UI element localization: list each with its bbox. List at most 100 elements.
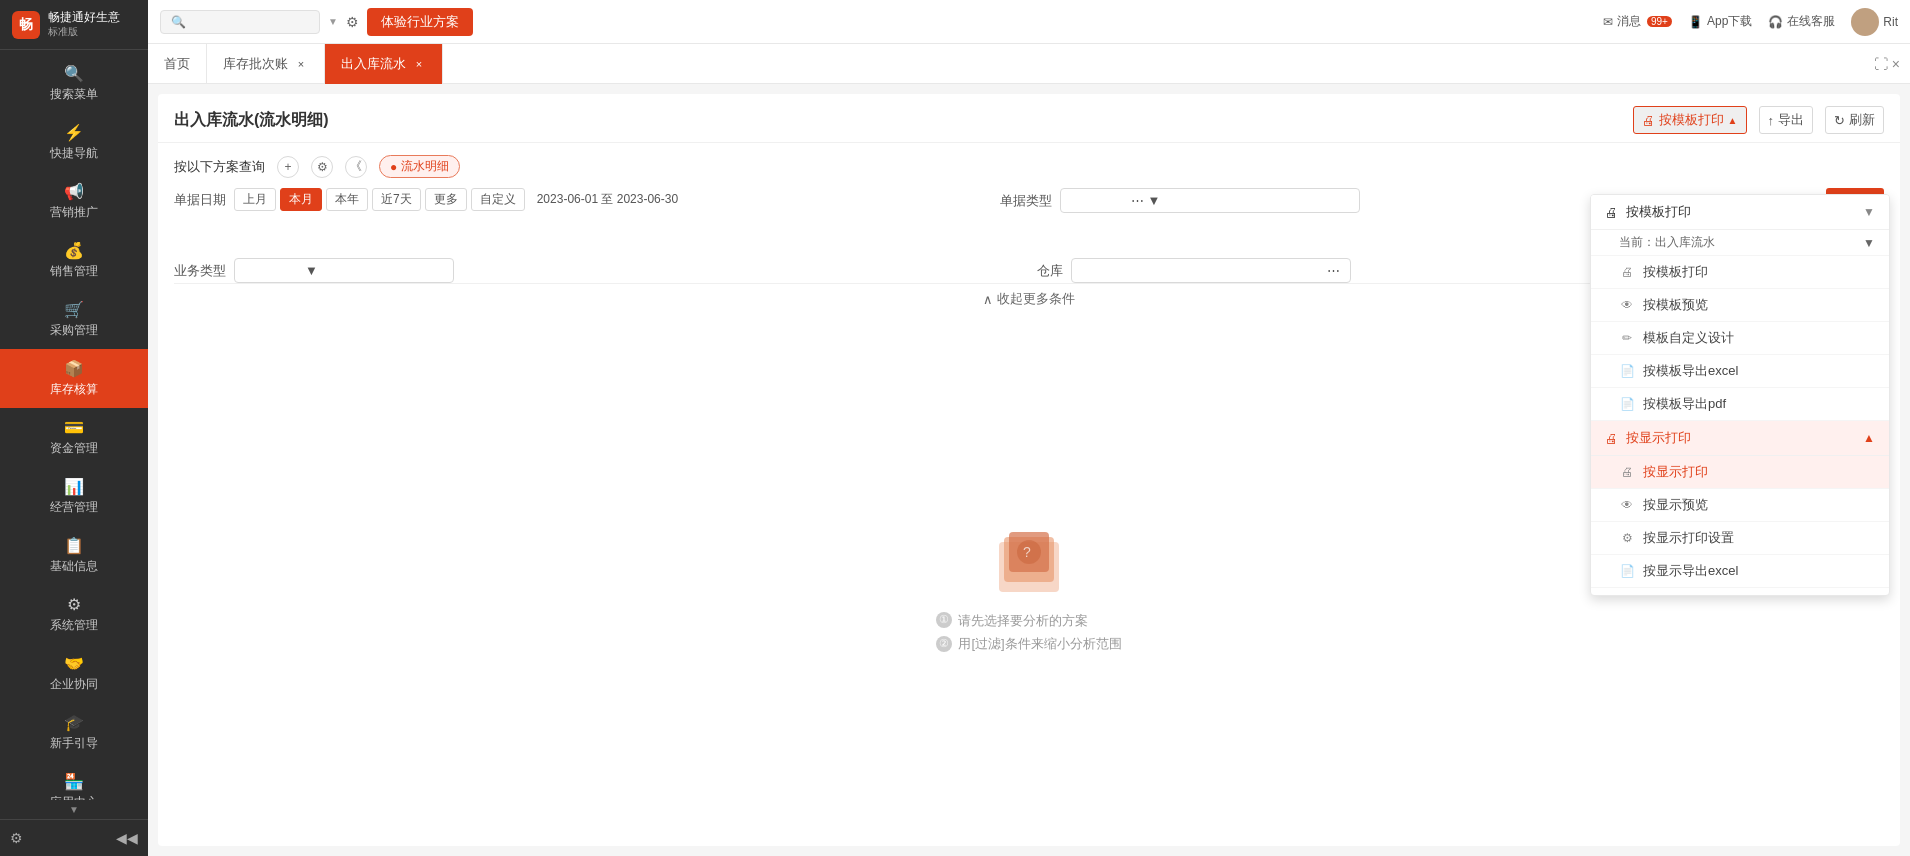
- dropdown-display-pdf-item[interactable]: 📄 按显示导出pdf: [1591, 588, 1889, 595]
- settings-footer-btn[interactable]: ⚙: [10, 830, 23, 846]
- dropdown-template-excel-item[interactable]: 📄 按模板导出excel: [1591, 355, 1889, 388]
- refresh-btn[interactable]: ↻ 刷新: [1825, 106, 1884, 134]
- basic-icon: 📋: [64, 536, 84, 555]
- topbar: 🔍 ▼ ⚙ 体验行业方案 ✉ 消息 99+ 📱 App下载 🎧 在线客服 Rit: [148, 0, 1910, 44]
- app-name: 畅捷通好生意: [48, 10, 120, 26]
- sidebar-item-marketing[interactable]: 📢 营销推广: [0, 172, 148, 231]
- display-settings-label: 按显示打印设置: [1643, 529, 1734, 547]
- template-excel-label: 按模板导出excel: [1643, 362, 1738, 380]
- filter-collapse-btn[interactable]: 《: [345, 156, 367, 178]
- marketing-icon: 📢: [64, 182, 84, 201]
- dropdown-display-print-item[interactable]: 🖨 按显示打印: [1591, 456, 1889, 489]
- dropdown-template-pdf-item[interactable]: 📄 按模板导出pdf: [1591, 388, 1889, 421]
- excel-sub-icon: 📄: [1619, 364, 1635, 378]
- sidebar-item-guide[interactable]: 🎓 新手引导: [0, 703, 148, 762]
- empty-tip-row-2: ② 用[过滤]条件来缩小分析范围: [936, 632, 1121, 655]
- topbar-gear-icon[interactable]: ⚙: [346, 14, 359, 30]
- warehouse-more-icon: ⋯: [1327, 263, 1340, 278]
- app-download-action[interactable]: 📱 App下载: [1688, 13, 1752, 30]
- sidebar-item-label: 新手引导: [50, 735, 98, 752]
- display-printer-icon: 🖨: [1605, 431, 1618, 446]
- online-service-action[interactable]: 🎧 在线客服: [1768, 13, 1835, 30]
- industry-btn[interactable]: 体验行业方案: [367, 8, 473, 36]
- tab-flow[interactable]: 出入库流水 ×: [325, 44, 443, 84]
- current-label: 当前：出入库流水: [1619, 234, 1715, 251]
- dropdown-template-print-header[interactable]: 🖨 按模板打印 ▼: [1591, 195, 1889, 230]
- date-this-month-btn[interactable]: 本月: [280, 188, 322, 211]
- sidebar-item-inventory[interactable]: 📦 库存核算: [0, 349, 148, 408]
- sidebar-item-apps[interactable]: 🏪 应用中心: [0, 762, 148, 800]
- sidebar-item-purchase[interactable]: 🛒 采购管理: [0, 290, 148, 349]
- sidebar-item-search[interactable]: 🔍 搜索菜单: [0, 54, 148, 113]
- sidebar-item-basic[interactable]: 📋 基础信息: [0, 526, 148, 585]
- tab-batch-close-icon[interactable]: ×: [294, 57, 308, 71]
- purchase-icon: 🛒: [64, 300, 84, 319]
- dropdown-display-excel-item[interactable]: 📄 按显示导出excel: [1591, 555, 1889, 588]
- sidebar-item-partner[interactable]: 🤝 企业协同: [0, 644, 148, 703]
- guide-icon: 🎓: [64, 713, 84, 732]
- user-avatar-action[interactable]: Rit: [1851, 8, 1898, 36]
- display-print-sub-label: 按显示打印: [1643, 463, 1708, 481]
- dropdown-template-preview-item[interactable]: 👁 按模板预览: [1591, 289, 1889, 322]
- sidebar-item-label: 采购管理: [50, 322, 98, 339]
- sidebar-item-quick-nav[interactable]: ⚡ 快捷导航: [0, 113, 148, 172]
- date-last-month-btn[interactable]: 上月: [234, 188, 276, 211]
- export-icon: ↑: [1768, 113, 1775, 128]
- chevron-up-icon: ∧: [983, 292, 993, 307]
- online-service-label: 在线客服: [1787, 13, 1835, 30]
- filter-tag-label: 流水明细: [401, 158, 449, 175]
- sidebar-item-label: 经营管理: [50, 499, 98, 516]
- page-header: 出入库流水(流水明细) 🖨 按模板打印 ▲ ↑ 导出 ↻ 刷新: [158, 94, 1900, 143]
- message-action[interactable]: ✉ 消息 99+: [1603, 13, 1672, 30]
- filter-config-btn[interactable]: ⚙: [311, 156, 333, 178]
- empty-tip-row-1: ① 请先选择要分析的方案: [936, 609, 1121, 632]
- dropdown-template-design-item[interactable]: ✏ 模板自定义设计: [1591, 322, 1889, 355]
- date-this-year-btn[interactable]: 本年: [326, 188, 368, 211]
- sidebar: 畅 畅捷通好生意 标准版 🔍 搜索菜单 ⚡ 快捷导航 📢 营销推广 💰 销售管理…: [0, 0, 148, 856]
- date-custom-btn[interactable]: 自定义: [471, 188, 525, 211]
- sidebar-scroll-down[interactable]: ▼: [0, 800, 148, 819]
- message-label: 消息: [1617, 13, 1641, 30]
- print-sub-icon: 🖨: [1619, 265, 1635, 279]
- biztype-filter-group: 业务类型 ▼: [174, 258, 1021, 283]
- tab-flow-close-icon[interactable]: ×: [412, 57, 426, 71]
- sidebar-item-system[interactable]: ⚙ 系统管理: [0, 585, 148, 644]
- dropdown-display-settings-item[interactable]: ⚙ 按显示打印设置: [1591, 522, 1889, 555]
- dropdown-display-print-header[interactable]: 🖨 按显示打印 ▲: [1591, 421, 1889, 456]
- sidebar-item-label: 库存核算: [50, 381, 98, 398]
- export-btn[interactable]: ↑ 导出: [1759, 106, 1814, 134]
- filter-add-btn[interactable]: +: [277, 156, 299, 178]
- date-7days-btn[interactable]: 近7天: [372, 188, 421, 211]
- display-print-sub-icon: 🖨: [1619, 465, 1635, 479]
- preview-sub-icon: 👁: [1619, 298, 1635, 312]
- operations-icon: 📊: [64, 477, 84, 496]
- tab-close-all-icon[interactable]: ×: [1892, 56, 1900, 72]
- dropdown-template-print-item[interactable]: 🖨 按模板打印: [1591, 256, 1889, 289]
- tab-home[interactable]: 首页: [148, 44, 207, 84]
- main-area: 🔍 ▼ ⚙ 体验行业方案 ✉ 消息 99+ 📱 App下载 🎧 在线客服 Rit: [148, 0, 1910, 856]
- display-excel-sub-icon: 📄: [1619, 564, 1635, 578]
- design-sub-icon: ✏: [1619, 331, 1635, 345]
- biztype-select[interactable]: ▼: [234, 258, 454, 283]
- search-input[interactable]: 🔍: [160, 10, 320, 34]
- dropdown-display-preview-item[interactable]: 👁 按显示预览: [1591, 489, 1889, 522]
- filter-tag[interactable]: ● 流水明细: [379, 155, 460, 178]
- message-icon: ✉: [1603, 15, 1613, 29]
- tab-batch[interactable]: 库存批次账 ×: [207, 44, 325, 84]
- sidebar-item-finance[interactable]: 💳 资金管理: [0, 408, 148, 467]
- template-preview-label: 按模板预览: [1643, 296, 1708, 314]
- sidebar-item-label: 销售管理: [50, 263, 98, 280]
- print-template-btn[interactable]: 🖨 按模板打印 ▲: [1633, 106, 1747, 134]
- sidebar-item-sales[interactable]: 💰 销售管理: [0, 231, 148, 290]
- empty-illustration: ?: [989, 517, 1069, 597]
- warehouse-select[interactable]: ⋯: [1071, 258, 1351, 283]
- sidebar-footer: ⚙ ◀◀: [0, 819, 148, 856]
- tab-maximize-icon[interactable]: ⛶: [1874, 56, 1888, 72]
- date-more-btn[interactable]: 更多: [425, 188, 467, 211]
- page-content: 出入库流水(流水明细) 🖨 按模板打印 ▲ ↑ 导出 ↻ 刷新: [148, 84, 1910, 856]
- search-icon: 🔍: [64, 64, 84, 83]
- sidebar-item-operations[interactable]: 📊 经营管理: [0, 467, 148, 526]
- user-name: Rit: [1883, 15, 1898, 29]
- doctype-select[interactable]: ⋯ ▼: [1060, 188, 1360, 213]
- collapse-sidebar-btn[interactable]: ◀◀: [116, 830, 138, 846]
